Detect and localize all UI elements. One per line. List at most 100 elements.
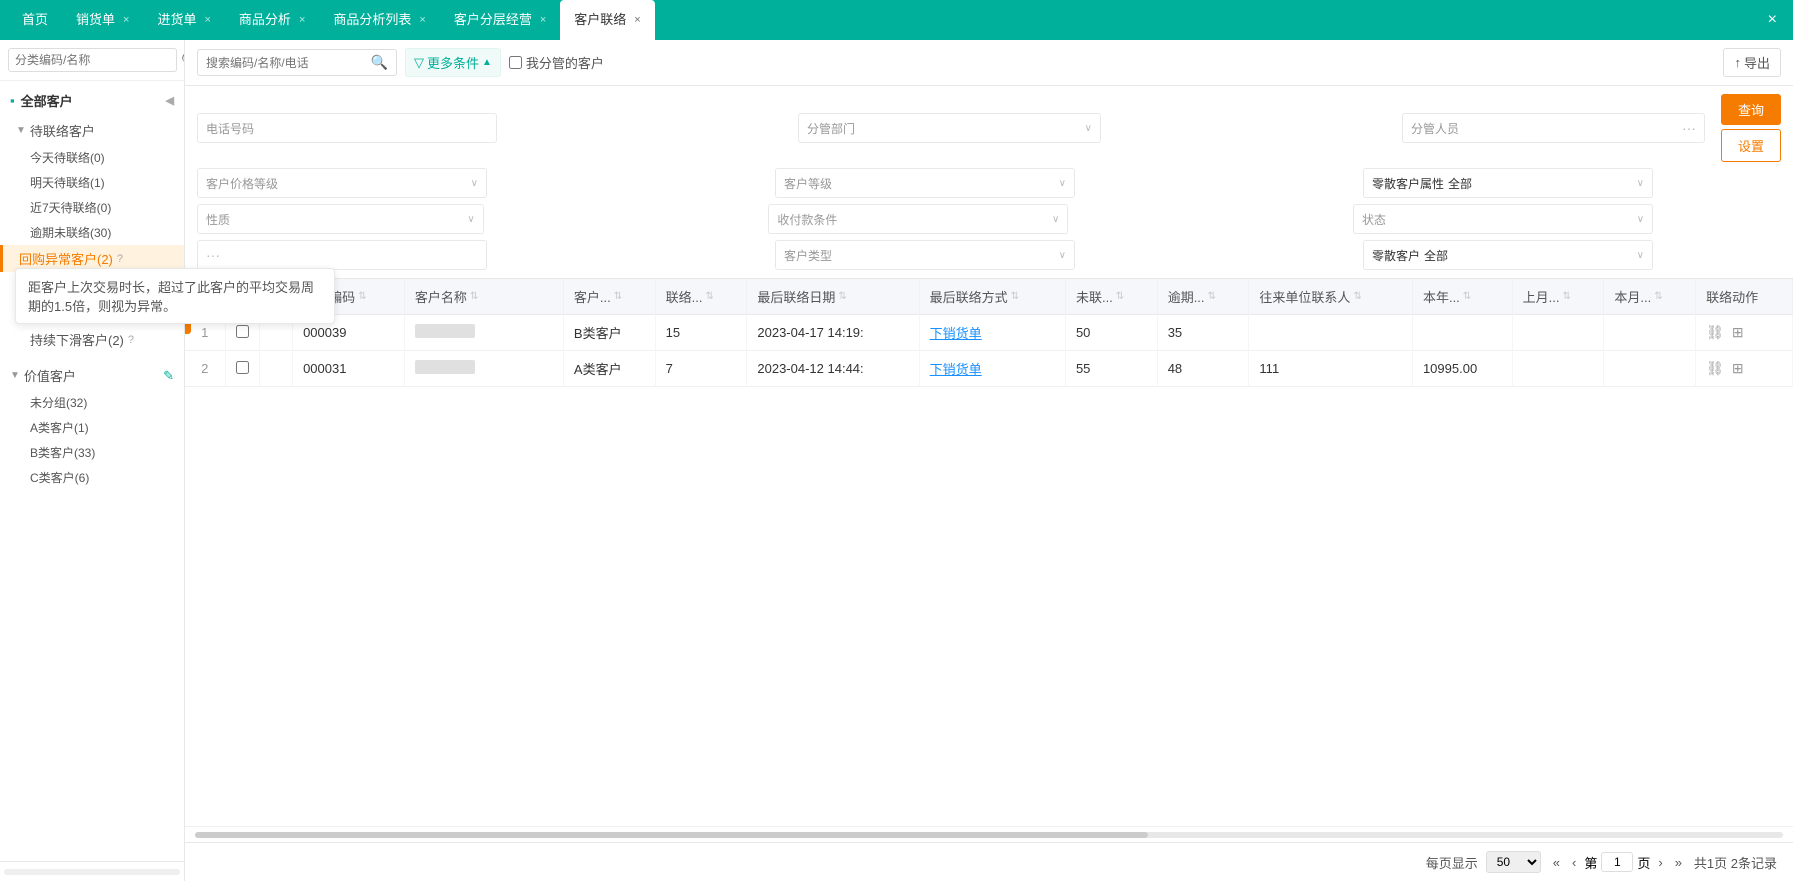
sort-name-icon[interactable]: ⇅ — [470, 291, 478, 302]
action-link-icon-1[interactable]: ⛓ — [1706, 324, 1724, 341]
sidebar-all-customers[interactable]: ▪ 全部客户 ◀ — [0, 85, 184, 116]
advanced-filter-panel: 电话号码 分管部门 ∨ 分管人员 ··· 查询 设置 — [185, 86, 1793, 279]
window-close-button[interactable]: × — [1760, 11, 1785, 29]
row-level-1: B类客户 — [563, 315, 655, 351]
horizontal-scrollbar[interactable] — [195, 832, 1783, 838]
th-last-month: 上月...⇅ — [1512, 279, 1604, 315]
sidebar-week-contact[interactable]: 近7天待联络(0) — [0, 195, 184, 220]
sort-person-icon[interactable]: ⇅ — [1353, 291, 1361, 302]
nav-purchase-close[interactable]: × — [204, 0, 210, 40]
nav-customer-contact-close[interactable]: × — [634, 0, 640, 40]
my-customers-checkbox-label[interactable]: 我分管的客户 — [509, 53, 604, 72]
sidebar-tomorrow-contact[interactable]: 明天待联络(1) — [0, 170, 184, 195]
row-checkbox-2[interactable] — [225, 351, 259, 387]
settings-button[interactable]: 设置 — [1721, 129, 1781, 162]
nav-analysis-close[interactable]: × — [299, 0, 305, 40]
status-field[interactable]: 状态 ∨ — [1353, 204, 1653, 234]
department-arrow: ∨ — [1085, 123, 1092, 134]
customer-level-field[interactable]: 客户等级 ∨ — [775, 168, 1075, 198]
payment-arrow: ∨ — [1052, 214, 1059, 225]
action-grid-icon-2[interactable]: ⊞ — [1732, 360, 1744, 377]
nav-analysis-list[interactable]: 商品分析列表 × — [319, 0, 439, 40]
nav-analysis-list-close[interactable]: × — [419, 0, 425, 40]
sidebar-overdue-contact[interactable]: 逾期未联络(30) — [0, 220, 184, 245]
last-page-button[interactable]: » — [1671, 853, 1686, 872]
nav-customer-contact[interactable]: 客户联络 × — [560, 0, 654, 40]
row-last-way-2[interactable]: 下销货单 — [919, 351, 1065, 387]
pending-contact-group: ▼ 待联络客户 今天待联络(0) 明天待联络(1) 近7天待联络(0) 逾期未联… — [0, 116, 184, 245]
sidebar-b-class[interactable]: B类客户(33) — [0, 440, 184, 465]
th-last-contact-way: 最后联络方式⇅ — [919, 279, 1065, 315]
pending-contact-header[interactable]: ▼ 待联络客户 — [0, 116, 184, 145]
nav-analysis[interactable]: 商品分析 × — [225, 0, 319, 40]
sort-date-icon[interactable]: ⇅ — [838, 291, 846, 302]
department-field[interactable]: 分管部门 ∨ — [798, 113, 1101, 143]
table-header-row: ⚙ 客户编码⇅ 客户名称⇅ 客户...⇅ 联络...⇅ — [185, 279, 1793, 315]
row-select-2[interactable] — [236, 361, 249, 374]
manager-field[interactable]: 分管人员 ··· — [1402, 113, 1705, 143]
current-page-input[interactable] — [1601, 852, 1633, 872]
action-link-icon-2[interactable]: ⛓ — [1706, 360, 1724, 377]
th-unread: 未联...⇅ — [1065, 279, 1157, 315]
nav-sales[interactable]: 销货单 × — [62, 0, 143, 40]
filter-search-input[interactable] — [206, 56, 371, 70]
sidebar-continuous-down[interactable]: 持续下滑客户(2) ? — [0, 326, 184, 353]
sidebar-today-contact[interactable]: 今天待联络(0) — [0, 145, 184, 170]
continuous-down-hint-icon[interactable]: ? — [128, 334, 134, 346]
row-last-date-2: 2023-04-12 14:44: — [747, 351, 919, 387]
row-last-way-1[interactable]: 下销货单 — [919, 315, 1065, 351]
sort-way-icon[interactable]: ⇅ — [1011, 291, 1019, 302]
sidebar-bottom-scroll[interactable] — [0, 861, 184, 881]
sort-unread-icon[interactable]: ⇅ — [1116, 291, 1124, 302]
nature-field[interactable]: 性质 ∨ — [197, 204, 484, 234]
prev-page-button[interactable]: ‹ — [1568, 853, 1580, 872]
sort-contact-icon[interactable]: ⇅ — [706, 291, 714, 302]
sort-last-month-icon[interactable]: ⇅ — [1562, 291, 1570, 302]
sidebar-tree: ▪ 全部客户 ◀ ▼ 待联络客户 今天待联络(0) 明天待联络(1) 近7天待联… — [0, 81, 184, 861]
my-customers-checkbox[interactable] — [509, 56, 522, 69]
sidebar-c-class[interactable]: C类客户(6) — [0, 465, 184, 490]
scrollbar-thumb[interactable] — [195, 832, 1148, 838]
filter-row-4: ··· 客户类型 ∨ 零散客户 全部 ∨ — [197, 240, 1781, 270]
filter-search-icon[interactable]: 🔍 — [371, 54, 388, 71]
pagination-bar: 每页显示 50 100 200 « ‹ 第 页 › » 共1页 2条记录 — [185, 842, 1793, 881]
pending-contact-arrow: ▼ — [16, 125, 26, 136]
repurchase-hint-icon[interactable]: ? — [117, 253, 123, 265]
retail-customer-field[interactable]: 零散客户 全部 ∨ — [1363, 240, 1653, 270]
price-level-arrow: ∨ — [471, 178, 478, 189]
value-customers-edit-icon[interactable]: ✎ — [163, 368, 174, 384]
sidebar-search-button[interactable]: 🔍 — [177, 50, 185, 71]
nav-customer-segment-close[interactable]: × — [540, 0, 546, 40]
payment-field[interactable]: 收付款条件 ∨ — [768, 204, 1068, 234]
sort-overdue-icon[interactable]: ⇅ — [1208, 291, 1216, 302]
sort-level-icon[interactable]: ⇅ — [614, 291, 622, 302]
value-customers-header[interactable]: ▼ 价值客户 ✎ — [0, 361, 184, 390]
nav-purchase[interactable]: 进货单 × — [143, 0, 224, 40]
name-blur-2 — [415, 360, 475, 374]
price-level-field[interactable]: 客户价格等级 ∨ — [197, 168, 487, 198]
sort-code-icon[interactable]: ⇅ — [358, 291, 366, 302]
action-grid-icon-1[interactable]: ⊞ — [1732, 324, 1744, 341]
nav-customer-segment[interactable]: 客户分层经营 × — [440, 0, 560, 40]
page-label: 第 — [1584, 853, 1597, 872]
more-filters-dots[interactable]: ··· — [197, 240, 487, 270]
sidebar-a-class[interactable]: A类客户(1) — [0, 415, 184, 440]
filter-bar: 🔍 ▽ 更多条件 ▲ 我分管的客户 ↑ 导出 — [185, 40, 1793, 86]
per-page-select[interactable]: 50 100 200 — [1486, 851, 1541, 873]
retail-attr-field[interactable]: 零散客户属性 全部 ∨ — [1363, 168, 1653, 198]
customer-type-field[interactable]: 客户类型 ∨ — [775, 240, 1075, 270]
name-blur-1 — [415, 324, 475, 338]
sidebar-ungroup[interactable]: 未分组(32) — [0, 390, 184, 415]
nav-sales-close[interactable]: × — [123, 0, 129, 40]
row-select-1[interactable] — [236, 325, 249, 338]
more-conditions-button[interactable]: ▽ 更多条件 ▲ — [405, 48, 501, 77]
next-page-button[interactable]: › — [1654, 853, 1666, 872]
sidebar-search-input[interactable] — [8, 48, 177, 72]
export-button[interactable]: ↑ 导出 — [1723, 48, 1781, 77]
phone-field[interactable]: 电话号码 — [197, 113, 497, 143]
sort-this-month-icon[interactable]: ⇅ — [1654, 291, 1662, 302]
sort-year-icon[interactable]: ⇅ — [1463, 291, 1471, 302]
nav-home[interactable]: 首页 — [8, 0, 62, 40]
query-button[interactable]: 查询 — [1721, 94, 1781, 125]
first-page-button[interactable]: « — [1549, 853, 1564, 872]
